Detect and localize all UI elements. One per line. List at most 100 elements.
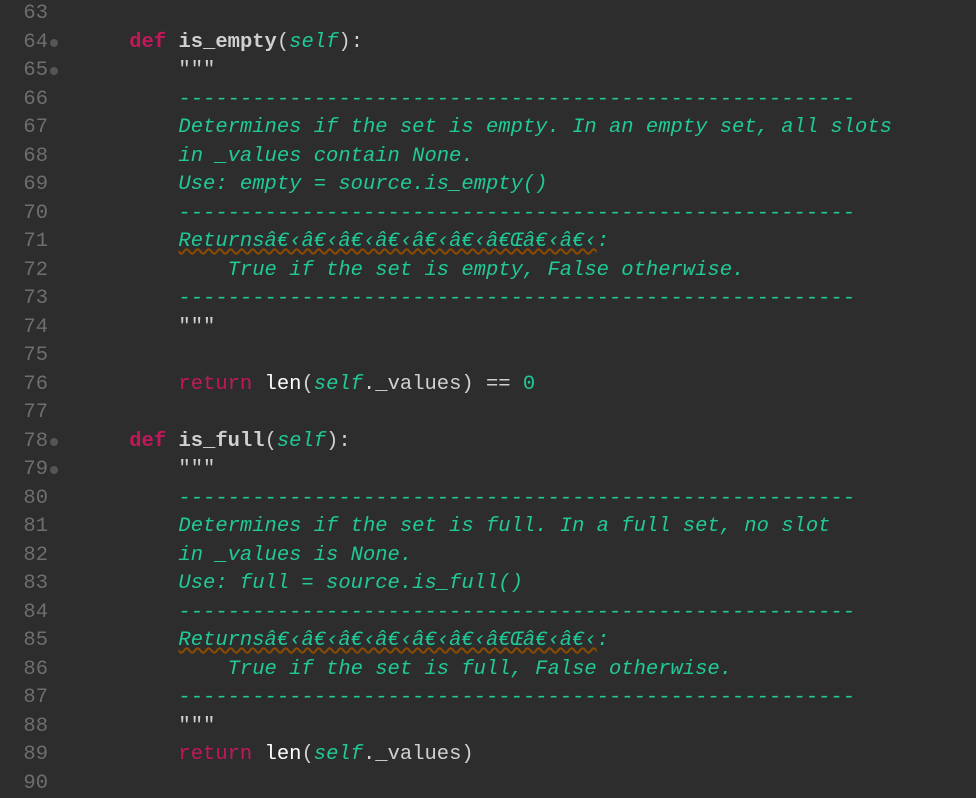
line-number: 63 bbox=[8, 0, 48, 29]
code-token: ( bbox=[301, 373, 313, 396]
code-line[interactable]: return len(self._values) == 0 bbox=[80, 371, 892, 400]
code-token bbox=[80, 31, 129, 54]
line-number: 65 bbox=[8, 57, 48, 86]
code-token: : bbox=[597, 629, 609, 652]
code-token bbox=[80, 629, 178, 652]
code-token: return bbox=[178, 373, 252, 396]
code-line[interactable]: ----------------------------------------… bbox=[80, 285, 892, 314]
line-number: 80 bbox=[8, 485, 48, 514]
code-token: """ bbox=[178, 59, 215, 82]
line-number: 77 bbox=[8, 399, 48, 428]
code-token bbox=[80, 743, 178, 766]
code-line[interactable]: def is_full(self): bbox=[80, 428, 892, 457]
code-token: """ bbox=[178, 458, 215, 481]
code-token: return bbox=[178, 743, 252, 766]
code-line[interactable]: Determines if the set is full. In a full… bbox=[80, 513, 892, 542]
code-line[interactable]: ----------------------------------------… bbox=[80, 86, 892, 115]
code-line[interactable]: Returnsâ€‹â€‹â€‹â€‹â€‹â€‹â€Œâ€‹â€‹: bbox=[80, 627, 892, 656]
line-number: 82 bbox=[8, 542, 48, 571]
code-line[interactable]: ----------------------------------------… bbox=[80, 599, 892, 628]
code-token: : bbox=[597, 230, 609, 253]
code-line[interactable] bbox=[80, 770, 892, 798]
code-line[interactable] bbox=[80, 342, 892, 371]
line-number: 88 bbox=[8, 713, 48, 742]
line-number: 81 bbox=[8, 513, 48, 542]
code-line[interactable] bbox=[80, 0, 892, 29]
code-token bbox=[252, 743, 264, 766]
code-token bbox=[252, 373, 264, 396]
code-token: in _values is None. bbox=[80, 544, 412, 567]
code-token: ----------------------------------------… bbox=[80, 686, 855, 709]
code-line[interactable]: return len(self._values) bbox=[80, 741, 892, 770]
code-token: Use: full = source.is_full() bbox=[80, 572, 523, 595]
code-token: self bbox=[314, 373, 363, 396]
code-line[interactable]: ----------------------------------------… bbox=[80, 200, 892, 229]
line-number: 72 bbox=[8, 257, 48, 286]
code-token: ( bbox=[265, 430, 277, 453]
line-number: 69 bbox=[8, 171, 48, 200]
code-line[interactable]: """ bbox=[80, 57, 892, 86]
code-token: def bbox=[129, 430, 166, 453]
line-number: 78 bbox=[8, 428, 48, 457]
code-token: is_empty bbox=[178, 31, 276, 54]
code-line[interactable]: True if the set is empty, False otherwis… bbox=[80, 257, 892, 286]
code-token: ._values) == bbox=[363, 373, 523, 396]
line-number: 70 bbox=[8, 200, 48, 229]
line-number: 68 bbox=[8, 143, 48, 172]
code-token: in _values contain None. bbox=[80, 145, 474, 168]
line-number: 76 bbox=[8, 371, 48, 400]
code-token: Use: empty = source.is_empty() bbox=[80, 173, 547, 196]
code-line[interactable] bbox=[80, 399, 892, 428]
line-number: 83 bbox=[8, 570, 48, 599]
line-number-gutter: 6364656667686970717273747576777879808182… bbox=[0, 0, 58, 776]
code-token: """ bbox=[178, 715, 215, 738]
line-number: 90 bbox=[8, 770, 48, 798]
fold-marker-icon[interactable] bbox=[50, 466, 58, 474]
line-number: 86 bbox=[8, 656, 48, 685]
fold-marker-icon[interactable] bbox=[50, 438, 58, 446]
code-token: 0 bbox=[523, 373, 535, 396]
code-token: len bbox=[265, 373, 302, 396]
code-token bbox=[166, 31, 178, 54]
code-editor[interactable]: 6364656667686970717273747576777879808182… bbox=[0, 0, 976, 776]
code-token: self bbox=[277, 430, 326, 453]
line-number: 66 bbox=[8, 86, 48, 115]
fold-marker-icon[interactable] bbox=[50, 67, 58, 75]
code-line[interactable]: ----------------------------------------… bbox=[80, 485, 892, 514]
code-area[interactable]: def is_empty(self): """ ----------------… bbox=[58, 0, 892, 776]
code-token: ----------------------------------------… bbox=[80, 601, 855, 624]
code-token: Determines if the set is full. In a full… bbox=[80, 515, 830, 538]
code-line[interactable]: """ bbox=[80, 314, 892, 343]
code-token bbox=[80, 373, 178, 396]
code-token: """ bbox=[178, 316, 215, 339]
line-number: 79 bbox=[8, 456, 48, 485]
code-line[interactable]: ----------------------------------------… bbox=[80, 684, 892, 713]
line-number: 73 bbox=[8, 285, 48, 314]
code-line[interactable]: Use: full = source.is_full() bbox=[80, 570, 892, 599]
code-token: ( bbox=[277, 31, 289, 54]
code-token: True if the set is empty, False otherwis… bbox=[80, 259, 744, 282]
fold-marker-icon[interactable] bbox=[50, 39, 58, 47]
code-token: ( bbox=[301, 743, 313, 766]
code-token: len bbox=[265, 743, 302, 766]
code-token: ----------------------------------------… bbox=[80, 88, 855, 111]
code-line[interactable]: """ bbox=[80, 713, 892, 742]
code-line[interactable]: True if the set is full, False otherwise… bbox=[80, 656, 892, 685]
code-token: ----------------------------------------… bbox=[80, 202, 855, 225]
line-number: 75 bbox=[8, 342, 48, 371]
code-line[interactable]: """ bbox=[80, 456, 892, 485]
code-line[interactable]: Determines if the set is empty. In an em… bbox=[80, 114, 892, 143]
line-number: 87 bbox=[8, 684, 48, 713]
code-token bbox=[80, 316, 178, 339]
code-line[interactable]: def is_empty(self): bbox=[80, 29, 892, 58]
code-line[interactable]: Returnsâ€‹â€‹â€‹â€‹â€‹â€‹â€Œâ€‹â€‹: bbox=[80, 228, 892, 257]
code-line[interactable]: in _values is None. bbox=[80, 542, 892, 571]
line-number: 84 bbox=[8, 599, 48, 628]
code-line[interactable]: Use: empty = source.is_empty() bbox=[80, 171, 892, 200]
code-token: ----------------------------------------… bbox=[80, 287, 855, 310]
code-token: self bbox=[289, 31, 338, 54]
code-token bbox=[80, 230, 178, 253]
code-token: def bbox=[129, 31, 166, 54]
code-token bbox=[166, 430, 178, 453]
code-line[interactable]: in _values contain None. bbox=[80, 143, 892, 172]
